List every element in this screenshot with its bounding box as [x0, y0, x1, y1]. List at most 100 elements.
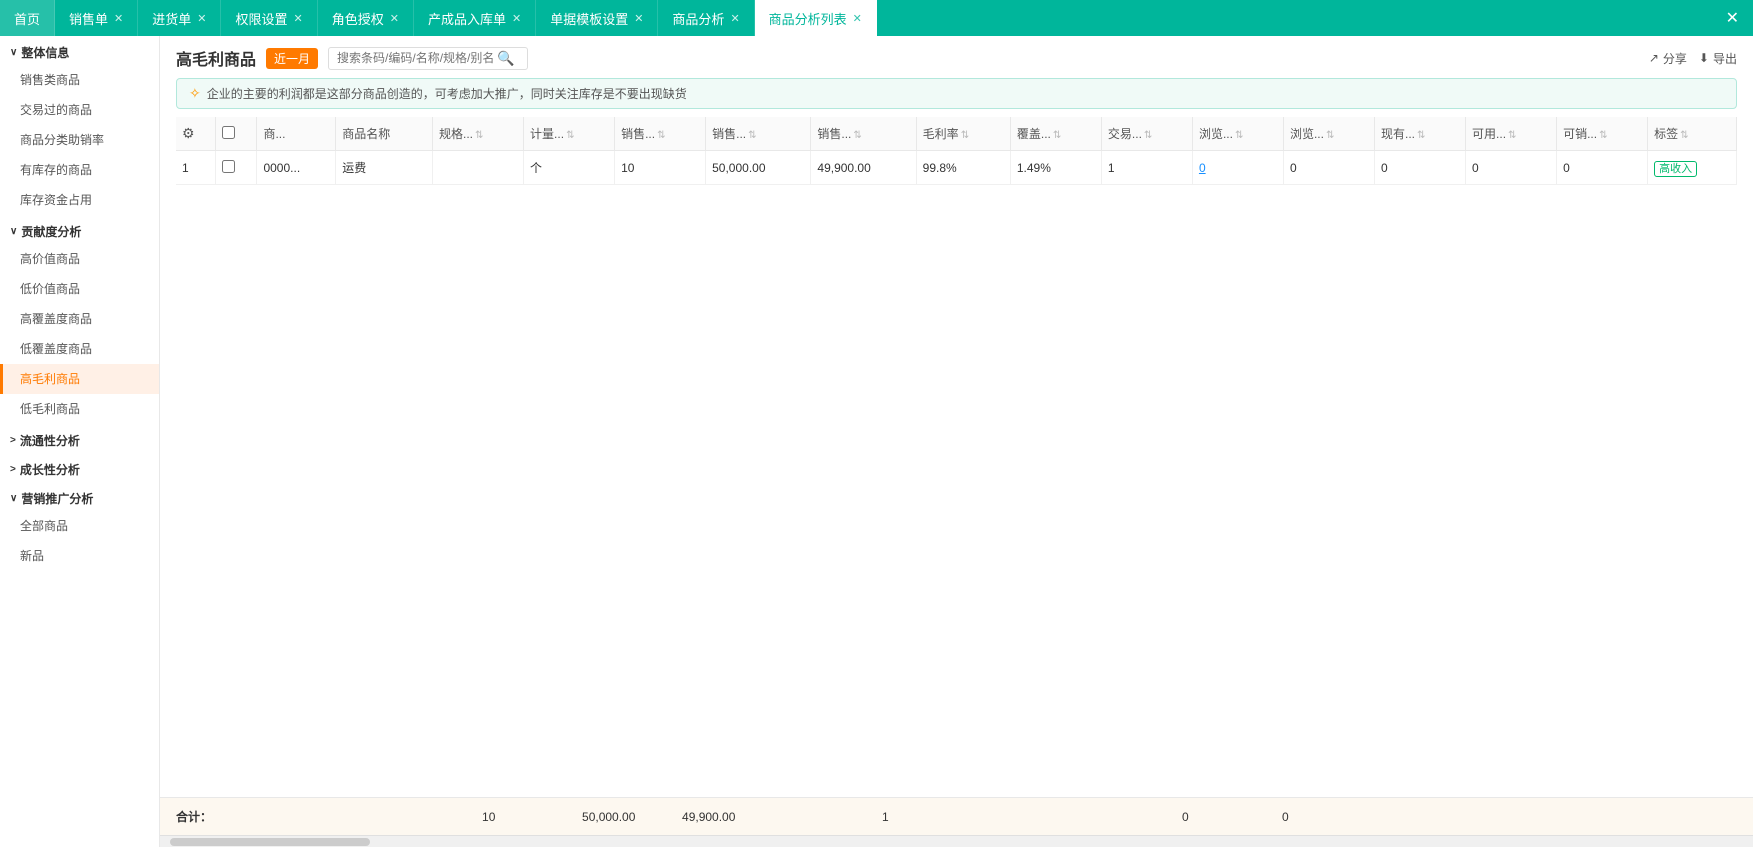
col-header-check[interactable]	[216, 117, 257, 151]
footer-sales-amount: 50,000.00	[582, 810, 662, 824]
col-header-gross_rate[interactable]: 毛利率⇅	[916, 117, 1010, 151]
sort-icon: ⇅	[1053, 130, 1061, 141]
settings-icon[interactable]: ⚙	[182, 125, 195, 141]
sidebar-item-高覆盖度商品[interactable]: 高覆盖度商品	[0, 304, 159, 334]
cell-name[interactable]: 运费	[336, 151, 433, 185]
sidebar-group-整体信息[interactable]: ∨整体信息	[0, 36, 159, 65]
cell-browse1[interactable]: 0	[1192, 151, 1283, 185]
col-header-seq[interactable]: ⚙	[176, 117, 216, 151]
info-banner: ✧ 企业的主要的利润都是这部分商品创造的，可考虑加大推广，同时关注库存是不要出现…	[176, 78, 1737, 109]
nav-item-销售单[interactable]: 销售单✕	[55, 0, 138, 36]
col-header-tag[interactable]: 标签⇅	[1648, 117, 1737, 151]
sidebar-item-有库存的商品[interactable]: 有库存的商品	[0, 155, 159, 185]
sidebar-item-库存资金占用[interactable]: 库存资金占用	[0, 185, 159, 215]
col-header-sales_qty[interactable]: 销售...⇅	[615, 117, 706, 151]
search-icon[interactable]: 🔍	[497, 50, 514, 67]
col-header-browse1[interactable]: 浏览...⇅	[1192, 117, 1283, 151]
bottom-scrollbar[interactable]	[160, 835, 1753, 847]
sidebar-item-销售类商品[interactable]: 销售类商品	[0, 65, 159, 95]
sidebar-item-低覆盖度商品[interactable]: 低覆盖度商品	[0, 334, 159, 364]
cell-sales_profit: 49,900.00	[811, 151, 916, 185]
nav-item-角色授权[interactable]: 角色授权✕	[318, 0, 414, 36]
search-input[interactable]	[337, 51, 497, 65]
col-header-stock[interactable]: 现有...⇅	[1375, 117, 1466, 151]
col-header-sales_profit[interactable]: 销售...⇅	[811, 117, 916, 151]
sidebar-group-label: 整体信息	[21, 44, 69, 61]
col-header-code[interactable]: 商...	[257, 117, 336, 151]
export-button[interactable]: ⬇ 导出	[1699, 50, 1737, 67]
cell-sellable: 0	[1557, 151, 1648, 185]
cell-available: 0	[1466, 151, 1557, 185]
col-header-trade[interactable]: 交易...⇅	[1101, 117, 1192, 151]
col-header-sales_amount[interactable]: 销售...⇅	[706, 117, 811, 151]
sidebar-group-label: 成长性分析	[20, 461, 80, 478]
content-header: 高毛利商品 近一月 🔍 ↗ 分享 ⬇ 导出	[160, 36, 1753, 70]
time-filter-button[interactable]: 近一月	[266, 48, 318, 69]
header-actions: ↗ 分享 ⬇ 导出	[1649, 50, 1737, 67]
col-header-sellable[interactable]: 可销...⇅	[1557, 117, 1648, 151]
nav-item-商品分析列表[interactable]: 商品分析列表✕	[755, 0, 877, 36]
cell-spec	[433, 151, 524, 185]
nav-item-单据模板设置[interactable]: 单据模板设置✕	[536, 0, 658, 36]
col-header-name[interactable]: 商品名称	[336, 117, 433, 151]
sidebar-group-贡献度分析[interactable]: ∨ 贡献度分析	[0, 215, 159, 244]
close-all-icon[interactable]: ✕	[1720, 6, 1745, 30]
table-header-row: ⚙商...商品名称规格...⇅计量...⇅销售...⇅销售...⇅销售...⇅毛…	[176, 117, 1737, 151]
nav-close-icon[interactable]: ✕	[114, 12, 123, 25]
nav-item-权限设置[interactable]: 权限设置✕	[221, 0, 317, 36]
export-icon: ⬇	[1699, 51, 1709, 65]
nav-close-icon[interactable]: ✕	[390, 12, 399, 25]
sidebar-item-低价值商品[interactable]: 低价值商品	[0, 274, 159, 304]
sidebar-group-label: 贡献度分析	[21, 223, 81, 240]
footer-sellable: 0	[1282, 810, 1362, 824]
col-header-coverage[interactable]: 覆盖...⇅	[1010, 117, 1101, 151]
col-header-spec[interactable]: 规格...⇅	[433, 117, 524, 151]
cell-coverage: 1.49%	[1010, 151, 1101, 185]
sidebar-group-营销推广分析[interactable]: ∨营销推广分析	[0, 482, 159, 511]
sidebar-group-成长性分析[interactable]: >成长性分析	[0, 453, 159, 482]
share-label: 分享	[1663, 50, 1687, 67]
sidebar-item-高毛利商品[interactable]: 高毛利商品	[0, 364, 159, 394]
sort-icon: ⇅	[1508, 130, 1516, 141]
export-label: 导出	[1713, 50, 1737, 67]
sidebar-item-商品分类助销率[interactable]: 商品分类助销率	[0, 125, 159, 155]
sidebar-item-交易过的商品[interactable]: 交易过的商品	[0, 95, 159, 125]
sidebar-collapse-btn[interactable]: «	[159, 422, 160, 462]
nav-close-icon[interactable]: ✕	[634, 12, 643, 25]
browse-link[interactable]: 0	[1199, 161, 1206, 175]
sidebar-group-arrow: ∨	[10, 226, 17, 237]
sidebar-group-流通性分析[interactable]: >流通性分析	[0, 424, 159, 453]
info-icon: ✧	[189, 85, 201, 102]
sort-icon: ⇅	[657, 130, 665, 141]
nav-close-icon[interactable]: ✕	[730, 12, 739, 25]
col-header-available[interactable]: 可用...⇅	[1466, 117, 1557, 151]
nav-close-icon[interactable]: ✕	[512, 12, 521, 25]
nav-item-产成品入库单[interactable]: 产成品入库单✕	[414, 0, 536, 36]
share-icon: ↗	[1649, 51, 1659, 65]
nav-item-进货单[interactable]: 进货单✕	[138, 0, 221, 36]
sidebar-item-新品[interactable]: 新品	[0, 541, 159, 571]
nav-item-首页[interactable]: 首页	[0, 0, 55, 36]
nav-item-商品分析[interactable]: 商品分析✕	[658, 0, 754, 36]
sidebar-item-低毛利商品[interactable]: 低毛利商品	[0, 394, 159, 424]
nav-close-icon[interactable]: ✕	[197, 12, 206, 25]
sort-icon: ⇅	[1680, 130, 1688, 141]
share-button[interactable]: ↗ 分享	[1649, 50, 1687, 67]
table-row: 10000...运费个1050,000.0049,900.0099.8%1.49…	[176, 151, 1737, 185]
sidebar-item-全部商品[interactable]: 全部商品	[0, 511, 159, 541]
page-title: 高毛利商品	[176, 46, 256, 70]
sidebar-item-高价值商品[interactable]: 高价值商品	[0, 244, 159, 274]
nav-close-icon[interactable]: ✕	[853, 12, 862, 25]
row-checkbox[interactable]	[222, 160, 235, 173]
cell-gross_rate: 99.8%	[916, 151, 1010, 185]
nav-close-icon[interactable]: ✕	[294, 12, 303, 25]
sort-icon: ⇅	[748, 130, 756, 141]
cell-unit: 个	[524, 151, 615, 185]
select-all-checkbox[interactable]	[222, 126, 235, 139]
sort-icon: ⇅	[1599, 130, 1607, 141]
table-container[interactable]: ⚙商...商品名称规格...⇅计量...⇅销售...⇅销售...⇅销售...⇅毛…	[160, 117, 1753, 797]
sort-icon: ⇅	[961, 130, 969, 141]
col-header-unit[interactable]: 计量...⇅	[524, 117, 615, 151]
col-header-browse2[interactable]: 浏览...⇅	[1283, 117, 1374, 151]
footer-trade: 1	[882, 810, 962, 824]
